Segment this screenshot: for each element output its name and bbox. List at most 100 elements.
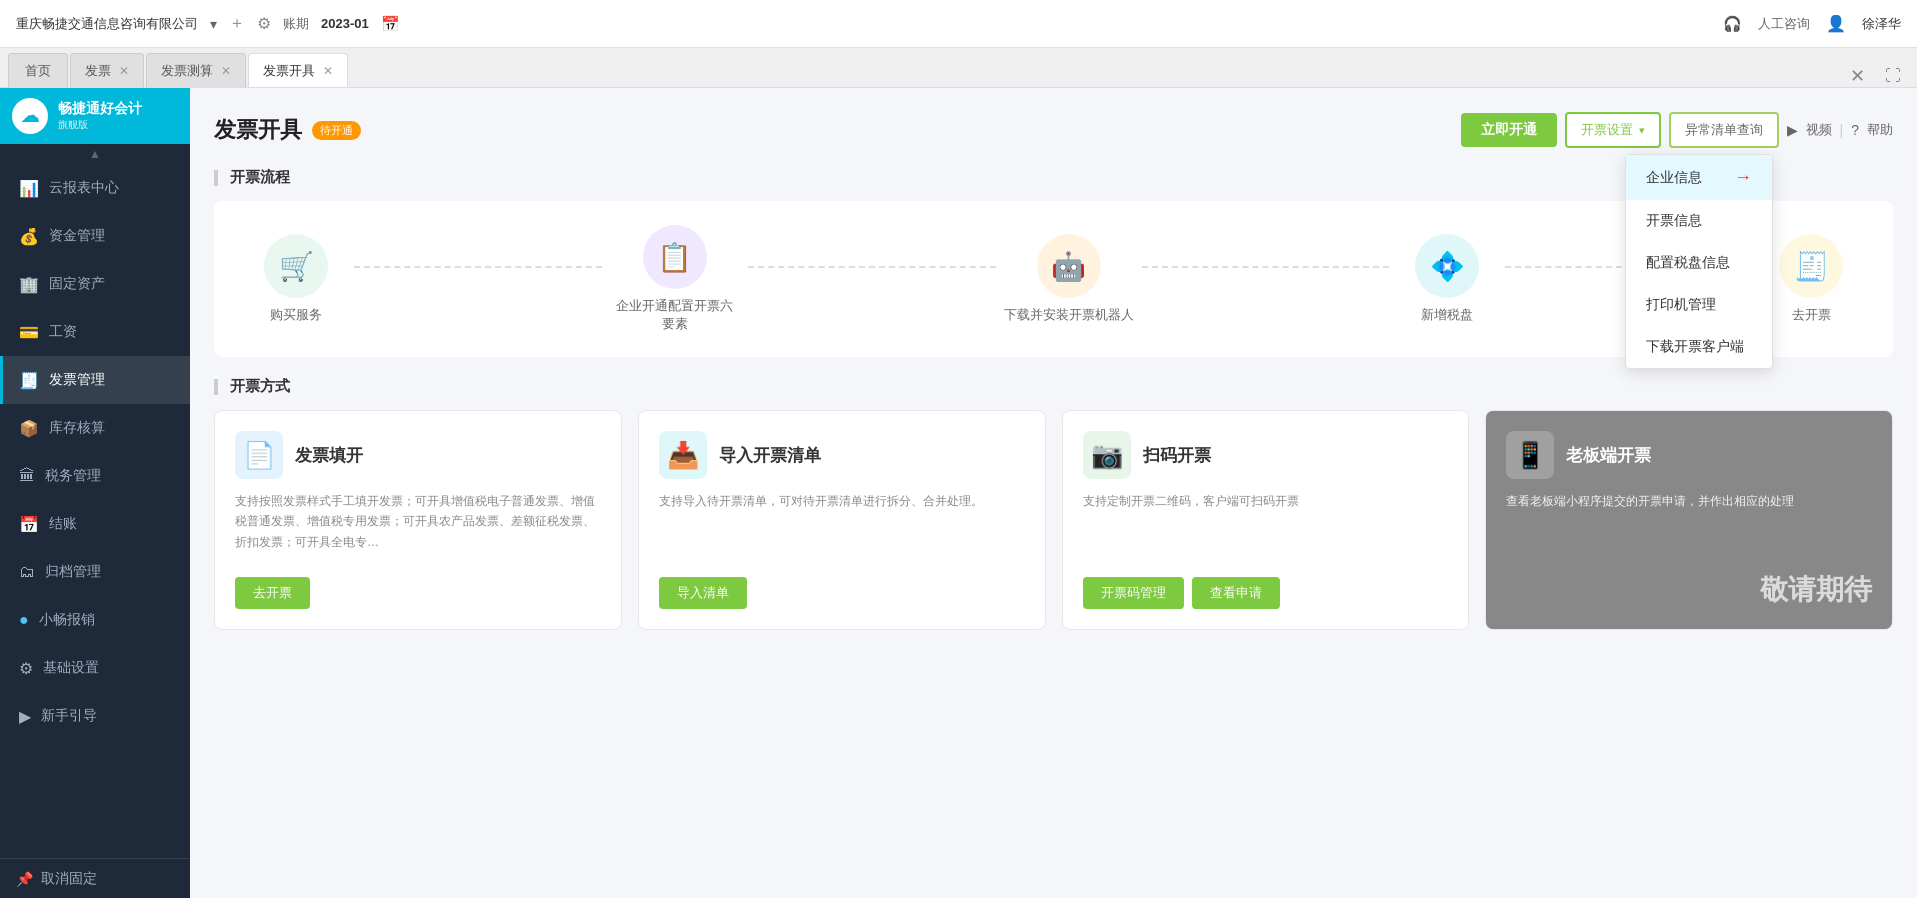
dropdown-taxdisk-label: 配置税盘信息 <box>1646 254 1730 270</box>
kucun-icon: 📦 <box>19 419 39 438</box>
step4-icon: 💠 <box>1430 250 1465 283</box>
method-manual-title: 发票填开 <box>295 444 363 467</box>
add-icon[interactable]: ＋ <box>229 13 245 34</box>
tab-invoice-close[interactable]: ✕ <box>119 64 129 78</box>
import-list-button[interactable]: 导入清单 <box>659 577 747 609</box>
support-label[interactable]: 人工咨询 <box>1758 15 1810 33</box>
calendar-icon[interactable]: 📅 <box>381 15 400 33</box>
tab-expand-icon[interactable]: ⛶ <box>1877 67 1909 85</box>
exception-button[interactable]: 异常清单查询 <box>1669 112 1779 148</box>
method-import-desc: 支持导入待开票清单，可对待开票清单进行拆分、合并处理。 <box>659 491 1025 565</box>
step1-label: 购买服务 <box>270 306 322 324</box>
sidebar-item-guidang[interactable]: 🗂 归档管理 <box>0 548 190 596</box>
sidebar-item-fapiao[interactable]: 🧾 发票管理 <box>0 356 190 404</box>
gudingzichan-icon: 🏢 <box>19 275 39 294</box>
sidebar-label-kucun: 库存核算 <box>49 419 105 437</box>
sidebar-item-jiezhang[interactable]: 📅 结账 <box>0 500 190 548</box>
method-boss-icon: 📱 <box>1514 440 1546 471</box>
sidebar-pin-label: 取消固定 <box>41 870 97 888</box>
method-import-icon: 📥 <box>667 440 699 471</box>
qr-manage-button[interactable]: 开票码管理 <box>1083 577 1184 609</box>
username-label[interactable]: 徐泽华 <box>1862 15 1901 33</box>
dropdown-item-company[interactable]: 企业信息 → <box>1626 155 1772 200</box>
method-card-manual: 📄 发票填开 支持按照发票样式手工填开发票；可开具增值税电子普通发票、增值税普通… <box>214 410 622 630</box>
page-title: 发票开具 <box>214 115 302 145</box>
period-value: 2023-01 <box>321 16 369 31</box>
content-area: 发票开具 待开通 立即开通 开票设置 ▾ 异常清单查询 ▶ 视频 | ? <box>190 88 1917 898</box>
help-label[interactable]: 帮助 <box>1867 121 1893 139</box>
method-scan-icon: 📷 <box>1091 440 1123 471</box>
dropdown-item-ticket[interactable]: 开票信息 <box>1626 200 1772 242</box>
activate-button[interactable]: 立即开通 <box>1461 113 1557 147</box>
settings-button-label: 开票设置 <box>1581 121 1633 139</box>
sidebar-label-yunbao: 云报表中心 <box>49 179 119 197</box>
sidebar-label-jichushezhi: 基础设置 <box>43 659 99 677</box>
settings-chevron-icon: ▾ <box>1639 124 1645 137</box>
sidebar-item-xinshouyindao[interactable]: ▶ 新手引导 <box>0 692 190 740</box>
tab-invoice-label: 发票 <box>85 62 111 80</box>
sidebar-item-xiaochangbaoxiao[interactable]: ● 小畅报销 <box>0 596 190 644</box>
tab-open-label: 发票开具 <box>263 62 315 80</box>
fapiao-icon: 🧾 <box>19 371 39 390</box>
dropdown-item-printer[interactable]: 打印机管理 <box>1626 284 1772 326</box>
video-label[interactable]: 视频 <box>1806 121 1832 139</box>
sidebar-item-gongzi[interactable]: 💳 工资 <box>0 308 190 356</box>
tab-close-icon[interactable]: ✕ <box>1842 65 1873 87</box>
sidebar-scroll-up[interactable]: ▲ <box>0 144 190 164</box>
tab-open[interactable]: 发票开具 ✕ <box>248 53 348 87</box>
tab-invoice[interactable]: 发票 ✕ <box>70 53 144 87</box>
boss-overlay-text: 敬请期待 <box>1760 571 1872 609</box>
dropdown-download-label: 下载开票客户端 <box>1646 338 1744 354</box>
pin-icon: 📌 <box>16 871 33 887</box>
step4-label: 新增税盘 <box>1421 306 1473 324</box>
tab-home-label: 首页 <box>25 62 51 80</box>
jichushezhi-icon: ⚙ <box>19 659 33 678</box>
period-label: 账期 <box>283 15 309 33</box>
sidebar-label-zijin: 资金管理 <box>49 227 105 245</box>
video-icon[interactable]: ▶ <box>1787 122 1798 138</box>
step2-icon: 📋 <box>657 241 692 274</box>
settings-button[interactable]: 开票设置 ▾ <box>1565 112 1661 148</box>
tab-home[interactable]: 首页 <box>8 53 68 87</box>
method-scan-title: 扫码开票 <box>1143 444 1211 467</box>
step3-label: 下载并安装开票机器人 <box>1004 306 1134 324</box>
dropdown-item-taxdisk[interactable]: 配置税盘信息 <box>1626 242 1772 284</box>
sidebar-item-jichushezhi[interactable]: ⚙ 基础设置 <box>0 644 190 692</box>
tab-calc-close[interactable]: ✕ <box>221 64 231 78</box>
shuiwu-icon: 🏛 <box>19 467 35 485</box>
sidebar-logo: ☁ 畅捷通好会计 旗舰版 <box>0 88 190 144</box>
logo-title: 畅捷通好会计 <box>58 100 142 118</box>
view-apply-button[interactable]: 查看申请 <box>1192 577 1280 609</box>
guidang-icon: 🗂 <box>19 563 35 581</box>
zijin-icon: 💰 <box>19 227 39 246</box>
user-icon: 👤 <box>1826 14 1846 33</box>
tab-open-close[interactable]: ✕ <box>323 64 333 78</box>
help-icon[interactable]: ? <box>1851 122 1859 138</box>
tab-calc[interactable]: 发票测算 ✕ <box>146 53 246 87</box>
dropdown-printer-label: 打印机管理 <box>1646 296 1716 312</box>
sidebar-item-zijin[interactable]: 💰 资金管理 <box>0 212 190 260</box>
sidebar-item-kucun[interactable]: 📦 库存核算 <box>0 404 190 452</box>
dropdown-menu: 企业信息 → 开票信息 配置税盘信息 打印机管理 下 <box>1625 154 1773 369</box>
sidebar-item-gudingzichan[interactable]: 🏢 固定资产 <box>0 260 190 308</box>
dropdown-icon[interactable]: ▾ <box>210 16 217 32</box>
sidebar-item-shuiwu[interactable]: 🏛 税务管理 <box>0 452 190 500</box>
method-manual-desc: 支持按照发票样式手工填开发票；可开具增值税电子普通发票、增值税普通发票、增值税专… <box>235 491 601 565</box>
settings-icon[interactable]: ⚙ <box>257 14 271 33</box>
flow-step-5: 🧾 去开票 <box>1761 234 1861 324</box>
baoxiao-icon: ● <box>19 611 29 629</box>
method-import-title: 导入开票清单 <box>719 444 821 467</box>
sidebar-bottom[interactable]: 📌 取消固定 <box>0 858 190 898</box>
dropdown-ticket-label: 开票信息 <box>1646 212 1702 228</box>
step3-icon: 🤖 <box>1051 250 1086 283</box>
go-invoice-button[interactable]: 去开票 <box>235 577 310 609</box>
method-boss-title: 老板端开票 <box>1566 444 1651 467</box>
pending-badge: 待开通 <box>312 121 361 140</box>
sidebar-label-jiezhang: 结账 <box>49 515 77 533</box>
sidebar-item-yunbao[interactable]: 📊 云报表中心 <box>0 164 190 212</box>
method-card-import: 📥 导入开票清单 支持导入待开票清单，可对待开票清单进行拆分、合并处理。 导入清… <box>638 410 1046 630</box>
headset-icon: 🎧 <box>1723 15 1742 33</box>
dropdown-item-download[interactable]: 下载开票客户端 <box>1626 326 1772 368</box>
sidebar-label-guidang: 归档管理 <box>45 563 101 581</box>
gongzi-icon: 💳 <box>19 323 39 342</box>
